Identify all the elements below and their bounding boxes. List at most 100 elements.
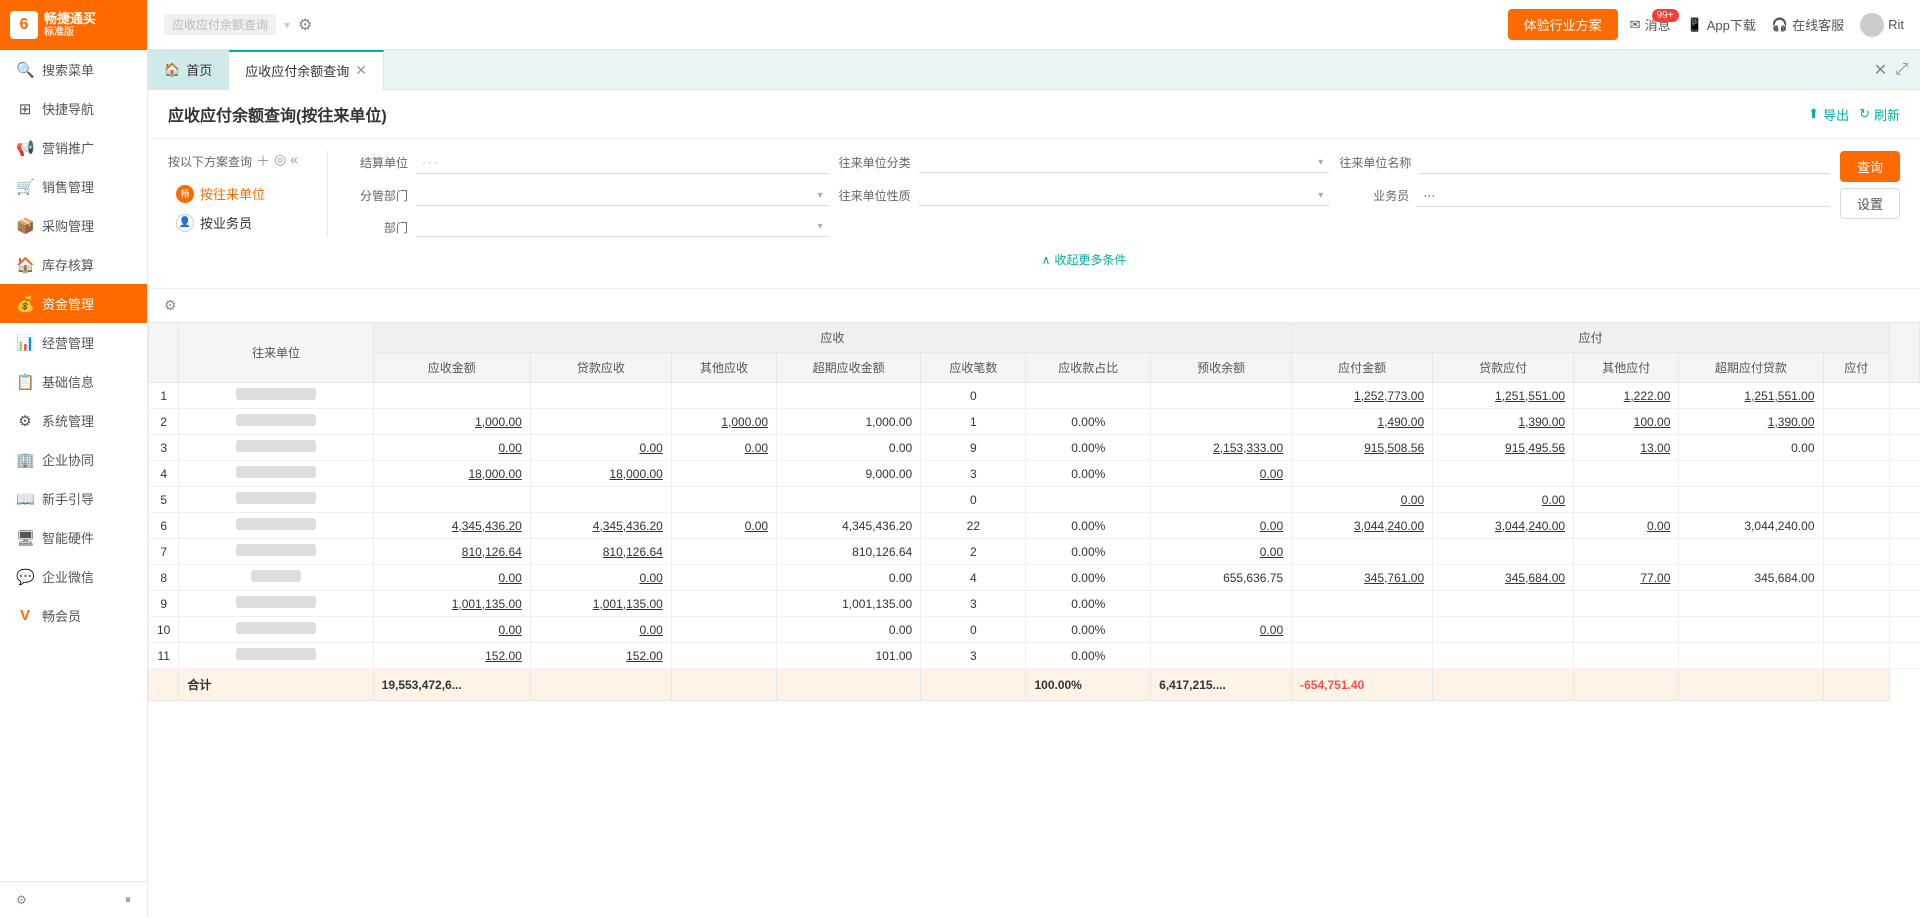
enterprise-icon: 🏢 xyxy=(16,451,34,469)
search-actions: 查询 设置 xyxy=(1840,151,1900,219)
search-field-partner-nature: 往来单位性质 ▾ xyxy=(839,186,1330,206)
table-toolbar: ⚙ xyxy=(148,289,1920,322)
search-option-by-staff[interactable]: 👤 按业务员 xyxy=(168,208,317,237)
online-service-button[interactable]: 🎧 在线客服 xyxy=(1772,15,1844,34)
close-window-icon[interactable]: ✕ xyxy=(1874,60,1887,80)
app-icon: 📱 xyxy=(1687,17,1703,33)
col-ar-prepay: 预收余额 xyxy=(1151,353,1292,383)
partner-name-input[interactable] xyxy=(1419,151,1830,174)
tab-ar-ap[interactable]: 应收应付余额查询 ✕ xyxy=(229,50,384,90)
sidebar-item-purchase[interactable]: 📦 采购管理 xyxy=(0,206,147,245)
col-ap-overdue: 超期应付贷款 xyxy=(1679,353,1823,383)
header-gear-icon[interactable]: ⚙ xyxy=(298,15,312,35)
col-ar-overdue: 超期应收金额 xyxy=(777,353,921,383)
search-option-by-vendor[interactable]: 畅 按往来单位 xyxy=(168,179,317,208)
export-icon: ⬆ xyxy=(1808,106,1819,122)
sidebar-item-quick-nav[interactable]: ⊞ 快捷导航 xyxy=(0,89,147,128)
sidebar-item-search-menu[interactable]: 🔍 搜索菜单 xyxy=(0,50,147,89)
footer-label: 合计 xyxy=(179,669,373,701)
table-row: 7 810,126.64 810,126.64 810,126.64 2 0.0… xyxy=(149,539,1920,565)
app-logo: 6 畅捷通买 标准版 xyxy=(0,0,147,50)
search-fields-container: 结算单位 ··· 往来单位分类 ▾ xyxy=(338,151,1830,276)
sidebar-item-enterprise[interactable]: 🏢 企业协同 xyxy=(0,440,147,479)
marketing-icon: 📢 xyxy=(16,139,34,157)
sales-icon: 🛒 xyxy=(16,178,34,196)
sidebar-item-hardware[interactable]: 🖥 智能硬件 xyxy=(0,518,147,557)
sidebar-settings-icon[interactable]: ⚙ xyxy=(16,893,27,907)
sidebar-item-sales[interactable]: 🛒 销售管理 xyxy=(0,167,147,206)
col-ap-amount: 应付金额 xyxy=(1292,353,1433,383)
search-menu-icon: 🔍 xyxy=(16,61,34,79)
sidebar-item-finance[interactable]: 💰 资金管理 xyxy=(0,284,147,323)
table-row: 8 0.00 0.00 0.00 4 0.00% 655,636.75 345,… xyxy=(149,565,1920,591)
message-badge: 99+ xyxy=(1652,9,1679,22)
sidebar-bottom: ⚙ ⏸ xyxy=(0,881,147,917)
sidebar-item-system[interactable]: ⚙ 系统管理 xyxy=(0,401,147,440)
sidebar-item-inventory[interactable]: 🏠 库存核算 xyxy=(0,245,147,284)
app-download-button[interactable]: 📱 App下载 xyxy=(1687,15,1756,34)
collapse-scheme-icon[interactable]: « xyxy=(290,151,298,171)
table-row: 5 0 0.00 0.00 xyxy=(149,487,1920,513)
top-header: 应收应付余额查询 ▾ ⚙ 体验行业方案 ✉ 消息 99+ 📱 App下载 🎧 在… xyxy=(148,0,1920,50)
col-group-ap: 应付 xyxy=(1292,323,1890,353)
tab-bar: 🏠 首页 应收应付余额查询 ✕ ✕ ⤢ xyxy=(148,50,1920,90)
dept-select[interactable]: ▾ xyxy=(416,217,829,237)
expand-window-icon[interactable]: ⤢ xyxy=(1895,61,1908,79)
finance-icon: 💰 xyxy=(16,295,34,313)
staff-option-icon: 👤 xyxy=(176,214,194,232)
salesperson-input[interactable]: ··· xyxy=(1417,184,1830,207)
table-row: 1 0 1,252,773.00 1,251,551.00 1,222.00 1… xyxy=(149,383,1920,409)
trial-industry-button[interactable]: 体验行业方案 xyxy=(1508,9,1618,40)
partner-category-select[interactable]: ▾ xyxy=(919,153,1330,173)
table-row: 9 1,001,135.00 1,001,135.00 1,001,135.00… xyxy=(149,591,1920,617)
service-icon: 🎧 xyxy=(1772,17,1788,33)
hardware-icon: 🖥 xyxy=(16,529,34,547)
col-ar-ratio: 应收款占比 xyxy=(1026,353,1151,383)
collapse-up-icon: ∧ xyxy=(1042,253,1051,267)
quick-nav-icon: ⊞ xyxy=(16,100,34,118)
refresh-button[interactable]: ↻ 刷新 xyxy=(1859,105,1900,124)
settings-button[interactable]: 设置 xyxy=(1840,188,1900,219)
export-button[interactable]: ⬆ 导出 xyxy=(1808,105,1849,124)
footer-ap-amount: -654,751.40 xyxy=(1292,669,1433,701)
tab-close-icon[interactable]: ✕ xyxy=(355,62,367,79)
data-table-container: ⚙ 往来单位 应收 应付 应收金额 贷款应收 其他应收 超期应收金额 xyxy=(148,289,1920,721)
sidebar-item-guide[interactable]: 📖 新手引导 xyxy=(0,479,147,518)
purchase-icon: 📦 xyxy=(16,217,34,235)
footer-ar-prepay: 6,417,215.... xyxy=(1151,669,1292,701)
query-button[interactable]: 查询 xyxy=(1840,151,1900,182)
user-menu[interactable]: Rit xyxy=(1860,13,1904,37)
table-row: 4 18,000.00 18,000.00 9,000.00 3 0.00% 0… xyxy=(149,461,1920,487)
home-icon: 🏠 xyxy=(164,62,180,78)
sidebar-item-member[interactable]: V 畅会员 xyxy=(0,596,147,635)
page-header: 应收应付余额查询(按往来单位) ⬆ 导出 ↻ 刷新 xyxy=(148,90,1920,139)
search-field-partner-name: 往来单位名称 xyxy=(1339,151,1830,174)
table-row: 3 0.00 0.00 0.00 0.00 9 0.00% 2,153,333.… xyxy=(149,435,1920,461)
col-scrollbar xyxy=(1890,323,1920,383)
col-ap-loan: 贷款应付 xyxy=(1433,353,1574,383)
user-avatar xyxy=(1860,13,1884,37)
main-content: 应收应付余额查询(按往来单位) ⬆ 导出 ↻ 刷新 按以下方案查询 xyxy=(148,90,1920,917)
sidebar-collapse-icon[interactable]: ⏸ xyxy=(125,892,131,907)
sidebar-item-wechat[interactable]: 💬 企业微信 xyxy=(0,557,147,596)
add-scheme-icon[interactable]: ＋ xyxy=(256,151,270,171)
edit-scheme-icon[interactable]: ◎ xyxy=(274,151,286,171)
footer-ar-ratio: 100.00% xyxy=(1026,669,1151,701)
sidebar-item-management[interactable]: 📊 经营管理 xyxy=(0,323,147,362)
settlement-unit-input[interactable]: ··· xyxy=(416,151,829,174)
col-rownum xyxy=(149,323,179,383)
partner-nature-select[interactable]: ▾ xyxy=(919,186,1330,206)
col-ar-other: 其他应收 xyxy=(671,353,776,383)
table-footer-row: 合计 19,553,472,6... 100.00% 6,417,215....… xyxy=(149,669,1920,701)
sidebar-item-basic[interactable]: 📋 基础信息 xyxy=(0,362,147,401)
header-nav: 应收应付余额查询 ▾ ⚙ xyxy=(164,14,1496,35)
message-button[interactable]: ✉ 消息 99+ xyxy=(1630,15,1671,34)
breadcrumb-text: 应收应付余额查询 xyxy=(164,14,276,35)
dept-head-select[interactable]: ▾ xyxy=(416,186,829,206)
table-settings-icon[interactable]: ⚙ xyxy=(164,297,177,314)
logo-text: 畅捷通买 标准版 xyxy=(44,11,96,39)
sidebar-item-marketing[interactable]: 📢 营销推广 xyxy=(0,128,147,167)
tab-home[interactable]: 🏠 首页 xyxy=(148,50,229,90)
wechat-icon: 💬 xyxy=(16,568,34,586)
collapse-conditions-button[interactable]: ∧ 收起更多条件 xyxy=(338,243,1830,276)
